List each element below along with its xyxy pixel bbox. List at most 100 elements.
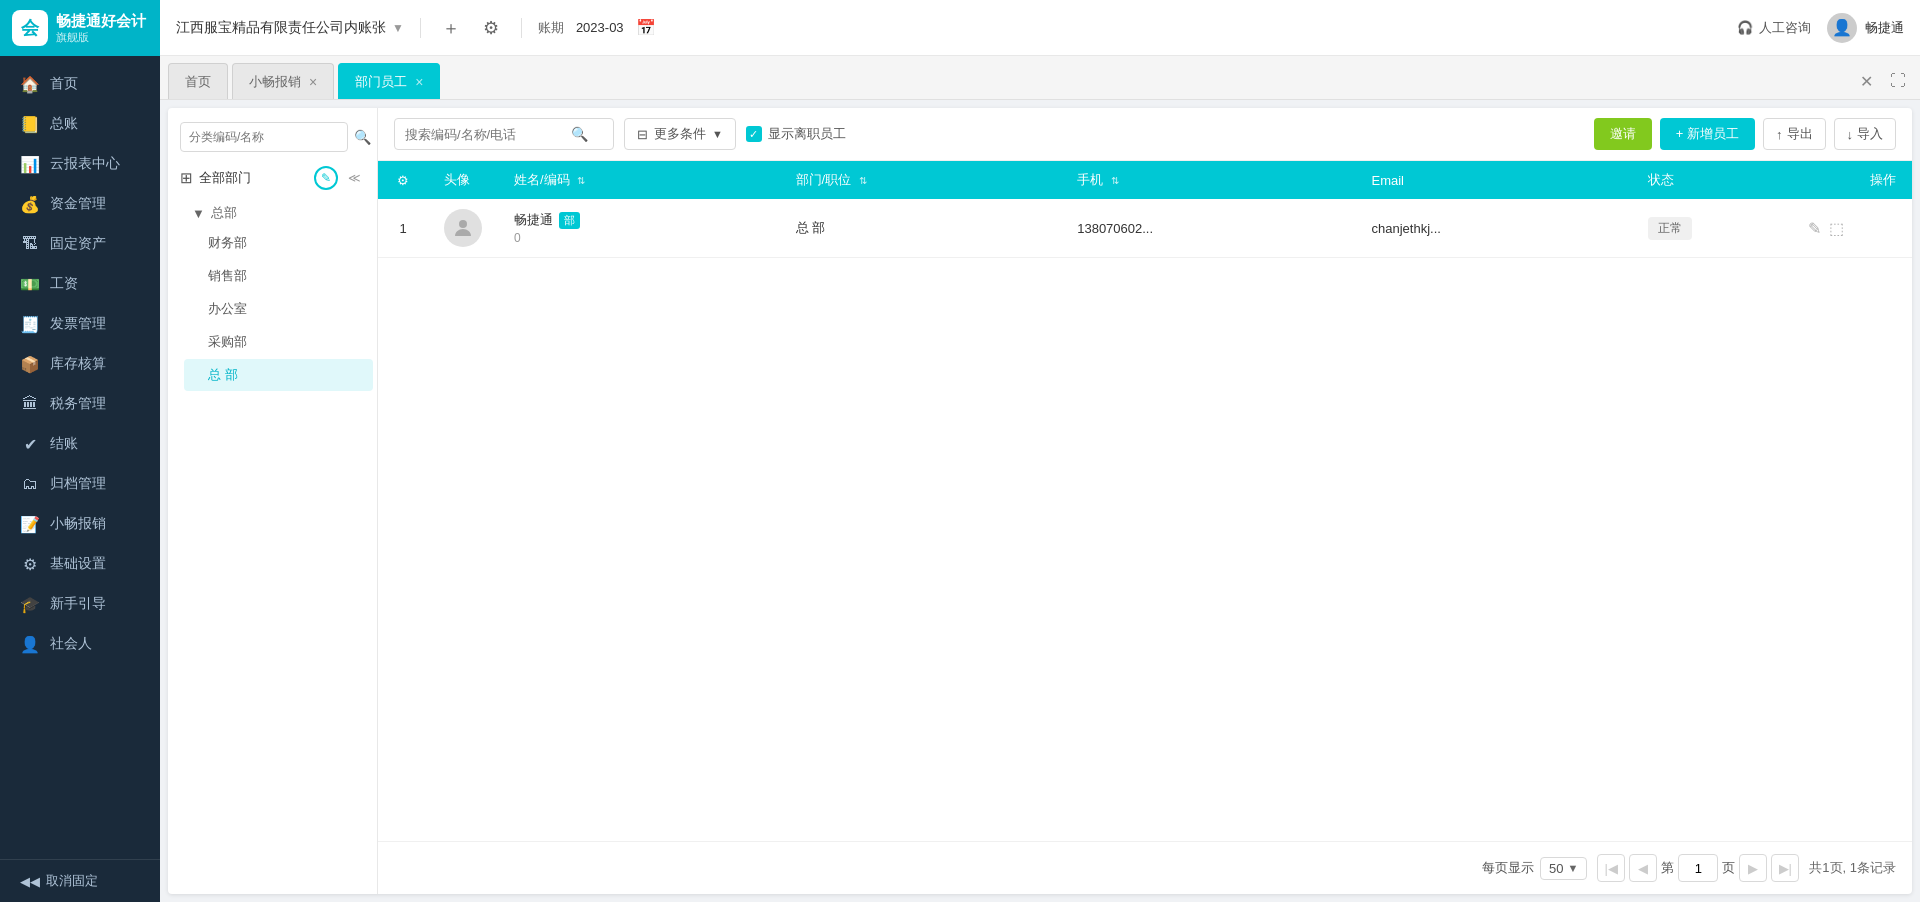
col-name[interactable]: 姓名/编码 ⇅ (498, 161, 780, 199)
report-icon: 📊 (20, 154, 40, 174)
next-page-button[interactable]: ▶ (1739, 854, 1767, 882)
dept-item-office[interactable]: 办公室 (184, 293, 373, 325)
tab-expense[interactable]: 小畅报销 × (232, 63, 334, 99)
col-dept[interactable]: 部门/职位 ⇅ (780, 161, 1062, 199)
dept-item-purchase[interactable]: 采购部 (184, 326, 373, 358)
sidebar-item-tax[interactable]: 🏛 税务管理 (0, 384, 160, 424)
collapse-tree-icon[interactable]: ≪ (344, 169, 365, 187)
show-resign-checkbox[interactable]: ✓ (746, 126, 762, 142)
close-all-tabs-button[interactable]: ✕ (1852, 67, 1880, 95)
support-button[interactable]: 🎧 人工咨询 (1737, 19, 1811, 37)
dept-search-input[interactable] (180, 122, 348, 152)
sidebar-item-salary[interactable]: 💵 工资 (0, 264, 160, 304)
sidebar-item-settings[interactable]: ⚙ 基础设置 (0, 544, 160, 584)
employee-search-input[interactable] (405, 127, 565, 142)
topbar-divider-2 (521, 18, 522, 38)
more-actions-button[interactable]: ⬚ (1829, 219, 1844, 238)
sidebar-item-social[interactable]: 👤 社会人 (0, 624, 160, 664)
avatar-icon: 👤 (1832, 18, 1852, 37)
dept-item-general[interactable]: 总 部 (184, 359, 373, 391)
expand-tabs-button[interactable]: ⛶ (1884, 67, 1912, 95)
home-icon: 🏠 (20, 74, 40, 94)
topbar-divider-1 (420, 18, 421, 38)
sidebar-item-label-ledger: 总账 (50, 115, 78, 133)
export-button[interactable]: ↑ 导出 (1763, 118, 1826, 150)
dept-edit-button[interactable]: ✎ (314, 166, 338, 190)
per-page-label: 每页显示 (1482, 859, 1534, 877)
edit-employee-button[interactable]: ✎ (1808, 219, 1821, 238)
guide-icon: 🎓 (20, 594, 40, 614)
sidebar-item-settle[interactable]: ✔ 结账 (0, 424, 160, 464)
name-code-cell: 畅捷通 部 0 (514, 211, 764, 245)
sidebar-item-expense[interactable]: 📝 小畅报销 (0, 504, 160, 544)
filter-button[interactable]: ⊟ 更多条件 ▼ (624, 118, 736, 150)
sidebar-item-label-settings: 基础设置 (50, 555, 106, 573)
employee-code: 0 (514, 231, 764, 245)
employee-table: ⚙ 头像 姓名/编码 ⇅ 部门/职位 ⇅ (378, 161, 1912, 258)
tab-expense-close-icon[interactable]: × (309, 74, 317, 90)
sidebar-item-report[interactable]: 📊 云报表中心 (0, 144, 160, 184)
sidebar-item-ledger[interactable]: 📒 总账 (0, 104, 160, 144)
settings-gear-button[interactable]: ⚙ (477, 14, 505, 42)
sidebar-item-label-social: 社会人 (50, 635, 92, 653)
employee-search-box[interactable]: 🔍 (394, 118, 614, 150)
sidebar-item-label-inventory: 库存核算 (50, 355, 106, 373)
sidebar-nav: 🏠 首页 📒 总账 📊 云报表中心 💰 资金管理 🏗 固定资产 💵 工资 🧾 发… (0, 56, 160, 859)
sidebar-item-label-home: 首页 (50, 75, 78, 93)
sidebar-item-invoice[interactable]: 🧾 发票管理 (0, 304, 160, 344)
sidebar-item-home[interactable]: 🏠 首页 (0, 64, 160, 104)
all-dept-header[interactable]: ⊞ 全部部门 ✎ ≪ (168, 158, 377, 198)
first-page-button[interactable]: |◀ (1597, 854, 1625, 882)
page-size-dropdown[interactable]: 50 ▼ (1540, 857, 1587, 880)
sidebar-item-archive[interactable]: 🗂 归档管理 (0, 464, 160, 504)
tab-home[interactable]: 首页 (168, 63, 228, 99)
add-employee-button[interactable]: + 新增员工 (1660, 118, 1755, 150)
dept-group-root[interactable]: ▼ 总部 (180, 198, 377, 226)
row-email: chanjethkj... (1355, 199, 1632, 258)
page-number-input[interactable] (1678, 854, 1718, 882)
company-selector[interactable]: 江西服宝精品有限责任公司内账张 ▼ (176, 19, 404, 37)
tab-dept[interactable]: 部门员工 × (338, 63, 440, 99)
support-label: 人工咨询 (1759, 19, 1811, 37)
import-button[interactable]: ↓ 导入 (1834, 118, 1897, 150)
add-tab-button[interactable]: ＋ (437, 14, 465, 42)
prev-page-button[interactable]: ◀ (1629, 854, 1657, 882)
show-resign-text: 显示离职员工 (768, 125, 846, 143)
sidebar-item-label-settle: 结账 (50, 435, 78, 453)
sidebar-item-assets[interactable]: 🏗 固定资产 (0, 224, 160, 264)
calendar-icon[interactable]: 📅 (636, 18, 656, 37)
employee-search-icon[interactable]: 🔍 (571, 126, 588, 142)
tabs-right-buttons: ✕ ⛶ (1852, 67, 1912, 99)
expense-icon: 📝 (20, 514, 40, 534)
row-no: 1 (378, 199, 428, 258)
sidebar-item-guide[interactable]: 🎓 新手引导 (0, 584, 160, 624)
topbar-right: 🎧 人工咨询 👤 畅捷通 (1737, 13, 1904, 43)
page-size-arrow-icon: ▼ (1567, 862, 1578, 874)
cancel-fixed-button[interactable]: ◀◀ 取消固定 (20, 872, 140, 890)
dept-search-icon[interactable]: 🔍 (354, 129, 371, 145)
show-resign-checkbox-label[interactable]: ✓ 显示离职员工 (746, 125, 846, 143)
sidebar-item-capital[interactable]: 💰 资金管理 (0, 184, 160, 224)
dept-item-sales[interactable]: 销售部 (184, 260, 373, 292)
invite-button[interactable]: 邀请 (1594, 118, 1652, 150)
tab-dept-label: 部门员工 (355, 73, 407, 91)
page-di-label: 第 (1661, 859, 1674, 877)
logo-icon: 会 (12, 10, 48, 46)
pagination-bar: 每页显示 50 ▼ |◀ ◀ 第 页 ▶ ▶| 共1页, 1条记录 (378, 841, 1912, 894)
last-page-button[interactable]: ▶| (1771, 854, 1799, 882)
tab-dept-close-icon[interactable]: × (415, 74, 423, 90)
dept-item-finance[interactable]: 财务部 (184, 227, 373, 259)
dept-left-panel: 🔍 ⊞ 全部部门 ✎ ≪ ▼ 总部 财务部 销售部 (168, 108, 378, 894)
sidebar-item-label-tax: 税务管理 (50, 395, 106, 413)
row-phone: 138070602... (1061, 199, 1355, 258)
col-phone[interactable]: 手机 ⇅ (1061, 161, 1355, 199)
sidebar-item-label-expense: 小畅报销 (50, 515, 106, 533)
page-navigation: |◀ ◀ 第 页 ▶ ▶| (1597, 854, 1799, 882)
table-header-row: ⚙ 头像 姓名/编码 ⇅ 部门/职位 ⇅ (378, 161, 1912, 199)
dept-finance-label: 财务部 (208, 235, 247, 250)
row-actions: ✎ ⬚ (1792, 199, 1912, 258)
sidebar-item-inventory[interactable]: 📦 库存核算 (0, 344, 160, 384)
col-settings[interactable]: ⚙ (378, 161, 428, 199)
user-info[interactable]: 👤 畅捷通 (1827, 13, 1904, 43)
social-icon: 👤 (20, 634, 40, 654)
